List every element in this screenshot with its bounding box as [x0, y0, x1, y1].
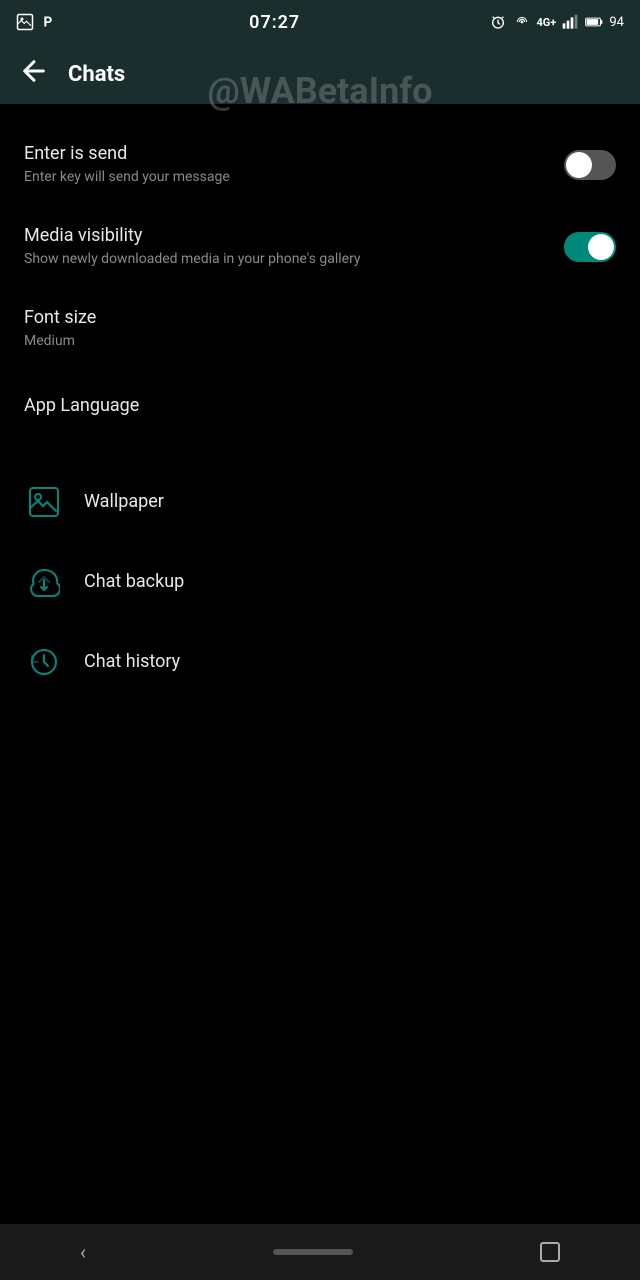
setting-wallpaper[interactable]: Wallpaper: [0, 462, 640, 542]
setting-font-size-value: Medium: [24, 332, 616, 352]
status-bar-right: 4G+ 94: [489, 13, 624, 31]
status-bar-left: P: [16, 13, 60, 31]
top-bar: Chats: [0, 44, 640, 104]
setting-media-visibility-title: Media visibility: [24, 224, 564, 247]
battery-level: 94: [609, 15, 624, 30]
nav-home-pill[interactable]: [273, 1249, 353, 1255]
setting-chat-backup[interactable]: Chat backup: [0, 542, 640, 622]
page-title: Chats: [68, 62, 125, 87]
signal-icon: [561, 13, 579, 31]
toggle-knob: [566, 152, 592, 178]
history-icon: [24, 642, 64, 682]
gallery-icon: [16, 13, 34, 31]
toggle-media-visibility[interactable]: [564, 232, 616, 262]
settings-list: Enter is send Enter key will send your m…: [0, 104, 640, 702]
toggle-knob-media: [588, 234, 614, 260]
wallpaper-label: Wallpaper: [84, 491, 164, 512]
setting-app-language-text: App Language: [24, 394, 616, 417]
setting-enter-is-send-text: Enter is send Enter key will send your m…: [24, 142, 564, 188]
svg-text:P: P: [44, 15, 53, 31]
setting-app-language-title: App Language: [24, 394, 616, 417]
setting-media-visibility[interactable]: Media visibility Show newly downloaded m…: [0, 206, 640, 288]
setting-font-size-title: Font size: [24, 306, 616, 329]
backup-icon: [24, 562, 64, 602]
toggle-enter-is-send[interactable]: [564, 150, 616, 180]
setting-font-size[interactable]: Font size Medium: [0, 288, 640, 370]
nav-bar: ‹: [0, 1224, 640, 1280]
setting-enter-is-send-subtitle: Enter key will send your message: [24, 168, 564, 188]
hotspot-icon: [513, 13, 531, 31]
back-button[interactable]: [16, 53, 52, 95]
setting-media-visibility-text: Media visibility Show newly downloaded m…: [24, 224, 564, 270]
status-time: 07:27: [249, 12, 300, 33]
section-divider: [0, 442, 640, 462]
alarm-icon: [489, 13, 507, 31]
setting-chat-history[interactable]: Chat history: [0, 622, 640, 702]
battery-icon: [585, 13, 603, 31]
p-icon: P: [42, 13, 60, 31]
wallpaper-icon: [24, 482, 64, 522]
chat-backup-label: Chat backup: [84, 571, 184, 592]
nav-back-button[interactable]: ‹: [80, 1240, 86, 1264]
setting-font-size-text: Font size Medium: [24, 306, 616, 352]
setting-enter-is-send-title: Enter is send: [24, 142, 564, 165]
nav-recents-button[interactable]: [540, 1242, 560, 1262]
chat-history-label: Chat history: [84, 651, 180, 672]
setting-app-language[interactable]: App Language: [0, 370, 640, 442]
setting-media-visibility-subtitle: Show newly downloaded media in your phon…: [24, 250, 564, 270]
status-bar: P 07:27 4G+: [0, 0, 640, 44]
setting-enter-is-send[interactable]: Enter is send Enter key will send your m…: [0, 124, 640, 206]
data-icon: 4G+: [537, 13, 555, 31]
